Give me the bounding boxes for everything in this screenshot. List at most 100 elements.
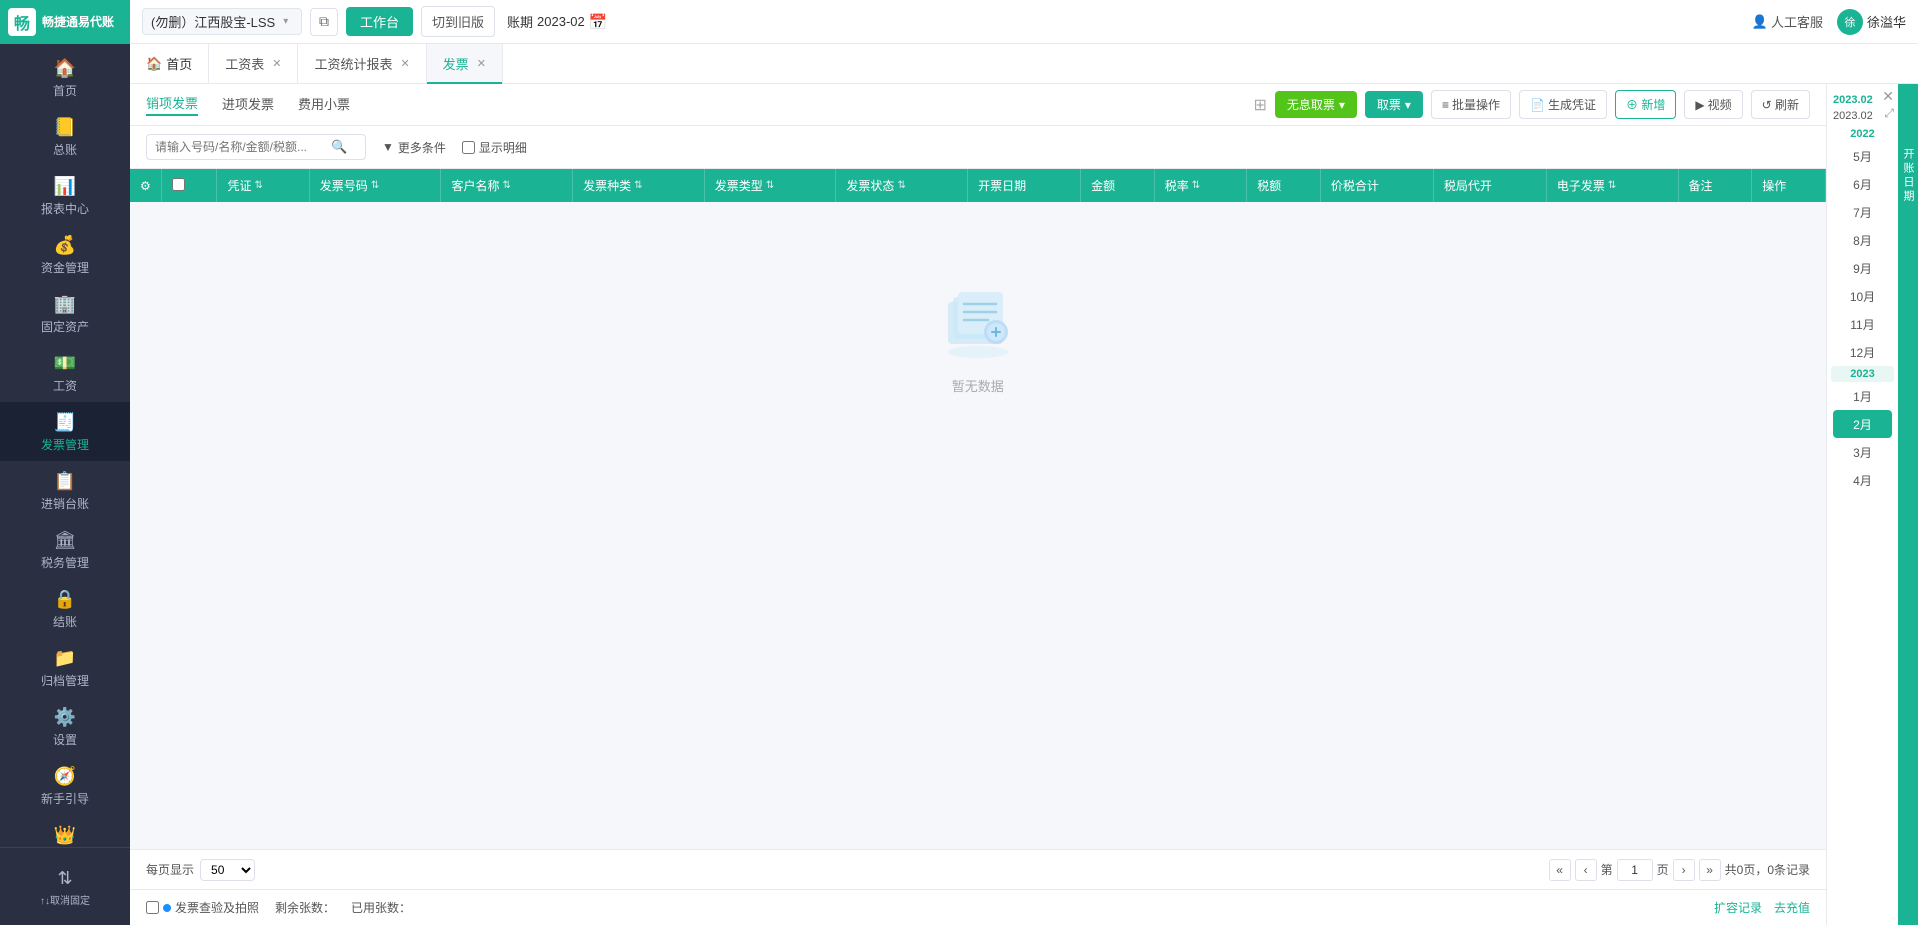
tax-icon: 🏛 [54, 530, 77, 551]
cal-month-2022-5月[interactable]: 5月 [1827, 142, 1898, 170]
cal-month-2022-12月[interactable]: 12月 [1827, 338, 1898, 366]
search-icon[interactable]: 🔍 [331, 139, 347, 155]
th-e-invoice[interactable]: 电子发票 ⇅ [1546, 169, 1678, 202]
avatar: 徐 [1837, 9, 1863, 35]
prev-page-button[interactable]: ‹ [1575, 859, 1597, 881]
calendar-close-icon[interactable]: ✕ [1882, 88, 1894, 105]
voucher-button[interactable]: 📄 生成凭证 [1519, 90, 1607, 119]
sidebar-item-closing[interactable]: 🔒结账 [0, 579, 130, 638]
tab-wage-label: 工资表 [225, 54, 264, 73]
batch-button[interactable]: ≡ 批量操作 [1431, 90, 1511, 119]
sidebar-item-tax[interactable]: 🏛税务管理 [0, 520, 130, 579]
notax-button[interactable]: 无息取票 ▾ [1275, 91, 1357, 118]
upgrade-link[interactable]: 扩容记录 [1714, 899, 1762, 916]
sort-taxrate-icon: ⇅ [1192, 180, 1200, 191]
filter-button[interactable]: ▼ 更多条件 [374, 135, 454, 160]
recharge-link[interactable]: 去充值 [1774, 899, 1810, 916]
tab-wage-stat-label: 工资统计报表 [314, 54, 392, 73]
th-checkbox[interactable] [161, 169, 217, 202]
th-voucher[interactable]: 凭证 ⇅ [217, 169, 309, 202]
th-invoice-status[interactable]: 发票状态 ⇅ [836, 169, 968, 202]
tab-wage-stat-close-icon[interactable]: ✕ [400, 57, 409, 70]
sidebar-label-funds: 资金管理 [41, 259, 89, 276]
select-all-checkbox[interactable] [172, 178, 185, 191]
search-input[interactable] [155, 140, 325, 154]
refresh-button[interactable]: ↺ 刷新 [1751, 90, 1810, 119]
sidebar-item-reports[interactable]: 📊报表中心 [0, 166, 130, 225]
user-menu[interactable]: 徐 徐溢华 [1837, 9, 1906, 35]
sidebar-item-invoices[interactable]: 🧾发票管理 [0, 402, 130, 461]
sidebar-item-archive[interactable]: 📁归档管理 [0, 638, 130, 697]
cal-month-2022-10月[interactable]: 10月 [1827, 282, 1898, 310]
th-tax-total: 价税合计 [1320, 169, 1433, 202]
logo-icon: 畅 [8, 8, 36, 36]
th-amount: 金额 [1081, 169, 1155, 202]
sidebar-item-ledger[interactable]: 📒总账 [0, 107, 130, 166]
cal-month-2023-2月[interactable]: 2月 [1833, 410, 1892, 438]
cal-month-2022-9月[interactable]: 9月 [1827, 254, 1898, 282]
page-input[interactable] [1617, 859, 1653, 881]
invoice-main: 销项发票 进项发票 费用小票 ⊞ 无息取票 ▾ 取票 ▾ [130, 84, 1826, 925]
open-period-strip[interactable]: 开账日期 [1898, 84, 1918, 925]
sidebar-item-home[interactable]: 🏠首页 [0, 48, 130, 107]
subtab-expense-receipt[interactable]: 费用小票 [298, 94, 350, 115]
th-customer[interactable]: 客户名称 ⇅ [441, 169, 573, 202]
first-page-button[interactable]: « [1549, 859, 1571, 881]
video-button[interactable]: ▶ 视频 [1684, 90, 1742, 119]
tab-invoice-close-icon[interactable]: ✕ [477, 57, 486, 70]
oldver-button[interactable]: 切到旧版 [421, 6, 495, 37]
cal-month-2022-6月[interactable]: 6月 [1827, 170, 1898, 198]
company-selector[interactable]: (勿删）江西股宝-LSS ▾ [142, 8, 302, 35]
sidebar-item-vip[interactable]: 👑畅会员 [0, 815, 130, 847]
search-toolbar: 🔍 ▼ 更多条件 显示明细 [130, 126, 1826, 169]
sidebar-label-payroll: 工资 [53, 377, 77, 394]
sidebar-item-assets[interactable]: 🏢 固定资产 [0, 284, 130, 343]
tab-wage-close-icon[interactable]: ✕ [272, 57, 281, 70]
cal-month-2022-8月[interactable]: 8月 [1827, 226, 1898, 254]
sidebar-label-assets: 固定资产 [41, 318, 89, 335]
table-wrapper: ⚙ 凭证 ⇅ 发票号码 ⇅ 客户名称 ⇅ 发票种类 ⇅ 发票类型 ⇅ 发票状态 … [130, 169, 1826, 849]
new-button[interactable]: ⊕ 新增 [1615, 90, 1676, 119]
sidebar-item-guide[interactable]: 🧭新手引导 [0, 756, 130, 815]
check-invoice-checkbox[interactable] [146, 901, 159, 914]
cal-month-2023-3月[interactable]: 3月 [1827, 438, 1898, 466]
period-calendar-icon[interactable]: 📅 [589, 13, 608, 31]
cal-month-2023-1月[interactable]: 1月 [1827, 382, 1898, 410]
tab-home[interactable]: 🏠 首页 [130, 44, 209, 84]
subtab-purchase-invoice[interactable]: 进项发票 [222, 94, 274, 115]
sidebar-item-sales[interactable]: 📋进销台账 [0, 461, 130, 520]
qukuan-button[interactable]: 取票 ▾ [1365, 91, 1423, 118]
workspace-button[interactable]: 工作台 [346, 7, 413, 36]
grid-view-icon[interactable]: ⊞ [1253, 95, 1266, 115]
sidebar-item-settings[interactable]: ⚙️设置 [0, 697, 130, 756]
show-detail-input[interactable] [462, 141, 475, 154]
next-page-button[interactable]: › [1673, 859, 1695, 881]
cal-month-2022-11月[interactable]: 11月 [1827, 310, 1898, 338]
subtab-sales-invoice[interactable]: 销项发票 [146, 93, 198, 116]
th-invoice-no[interactable]: 发票号码 ⇅ [309, 169, 441, 202]
per-page-select[interactable]: 50 20 100 [200, 859, 255, 881]
show-detail-checkbox[interactable]: 显示明细 [462, 139, 527, 156]
open-period-label: 开账日期 [1898, 144, 1918, 208]
cal-month-2022-7月[interactable]: 7月 [1827, 198, 1898, 226]
cal-date-label-1: 2023.02 [1833, 94, 1873, 106]
last-page-button[interactable]: » [1699, 859, 1721, 881]
sidebar-item-funds[interactable]: 💰资金管理 [0, 225, 130, 284]
tab-invoice[interactable]: 发票 ✕ [427, 44, 503, 84]
copy-button[interactable]: ⧉ [310, 8, 338, 36]
th-tax-rate[interactable]: 税率 ⇅ [1154, 169, 1246, 202]
tab-wage-table[interactable]: 工资表 ✕ [209, 44, 298, 84]
th-invoice-type[interactable]: 发票种类 ⇅ [573, 169, 705, 202]
support-button[interactable]: 👤 人工客服 [1752, 12, 1823, 31]
sidebar-item-payroll[interactable]: 💵工资 [0, 343, 130, 402]
tab-wage-stat[interactable]: 工资统计报表 ✕ [298, 44, 426, 84]
cal-month-2023-4月[interactable]: 4月 [1827, 466, 1898, 494]
th-settings[interactable]: ⚙ [130, 169, 161, 202]
sidebar-item-pin[interactable]: ⇅ ↑↓取消固定 [0, 858, 130, 915]
sidebar-label-sales: 进销台账 [41, 495, 89, 512]
sidebar-label-reports: 报表中心 [41, 200, 89, 217]
assets-icon: 🏢 [54, 294, 76, 315]
calendar-expand-icon[interactable]: ⤢ [1884, 106, 1894, 121]
th-invoice-category[interactable]: 发票类型 ⇅ [704, 169, 836, 202]
video-icon: ▶ [1695, 98, 1704, 112]
